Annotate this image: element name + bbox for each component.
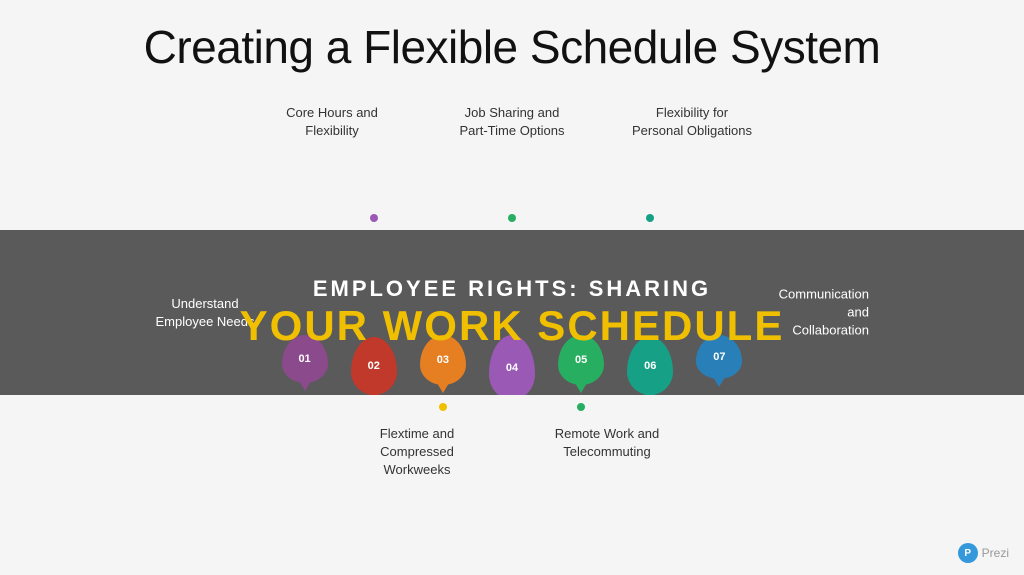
top-label-1: Core Hours and Flexibility bbox=[272, 104, 392, 140]
watermark-text: Prezi bbox=[982, 546, 1009, 560]
top-label-2: Job Sharing and Part-Time Options bbox=[452, 104, 572, 140]
top-label-3: Flexibility for Personal Obligations bbox=[632, 104, 752, 140]
dot-2 bbox=[508, 214, 516, 222]
prezi-icon: P bbox=[958, 543, 978, 563]
bottom-label-1: Flextime and Compressed Workweeks bbox=[352, 425, 482, 480]
middle-section: Understand Employee Needs EMPLOYEE RIGHT… bbox=[0, 230, 1024, 395]
bottom-label-2: Remote Work and Telecommuting bbox=[542, 425, 672, 461]
top-section: Creating a Flexible Schedule System Core… bbox=[0, 0, 1024, 230]
dot-1 bbox=[370, 214, 378, 222]
subtitle-line1: EMPLOYEE RIGHTS: SHARING bbox=[240, 276, 785, 302]
watermark: P Prezi bbox=[958, 543, 1009, 563]
page-title: Creating a Flexible Schedule System bbox=[0, 0, 1024, 74]
subtitle-line2: YOUR WORK SCHEDULE bbox=[240, 302, 785, 350]
bottom-section: Flextime and Compressed Workweeks Remote… bbox=[0, 395, 1024, 575]
top-labels-row: Core Hours and Flexibility Job Sharing a… bbox=[0, 104, 1024, 140]
text-overlay: EMPLOYEE RIGHTS: SHARING YOUR WORK SCHED… bbox=[240, 276, 785, 350]
dot-bottom-2 bbox=[577, 403, 585, 411]
dot-bottom-1 bbox=[439, 403, 447, 411]
dot-3 bbox=[646, 214, 654, 222]
